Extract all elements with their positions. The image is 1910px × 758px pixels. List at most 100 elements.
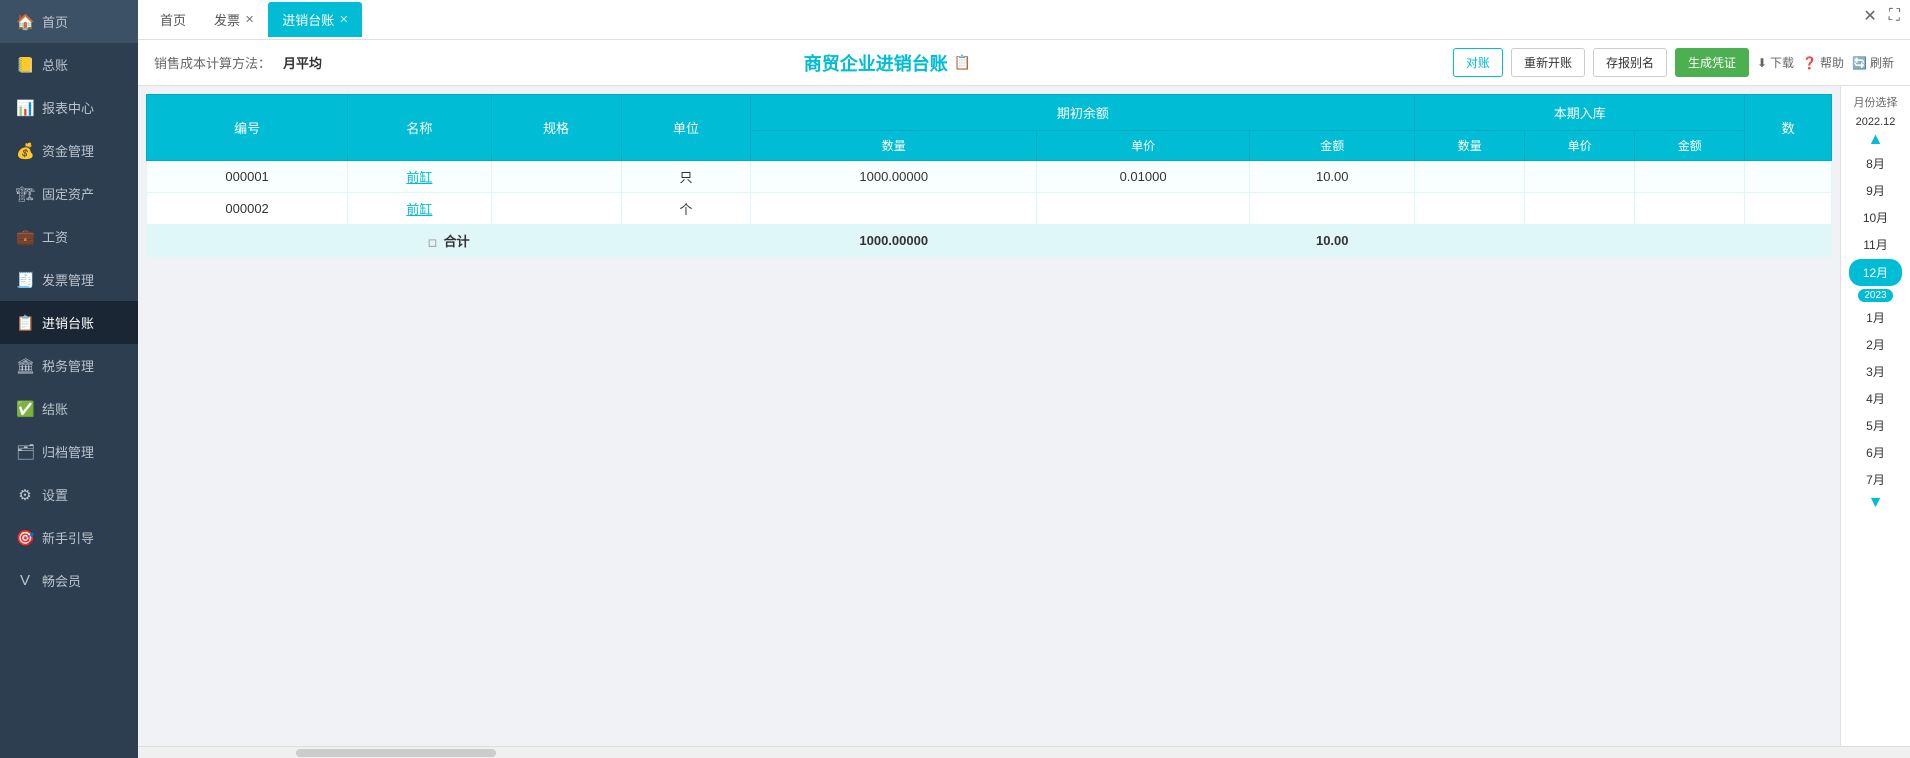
col-subheader-op-price: 单价 bbox=[1036, 131, 1249, 161]
month-item-9[interactable]: 9月 bbox=[1841, 177, 1910, 204]
tab-purchase-sales[interactable]: 进销台账 ✕ bbox=[268, 2, 362, 37]
col-header-extra: 数 bbox=[1745, 95, 1832, 161]
cell-name: 前缸 bbox=[348, 193, 491, 225]
cell-op-amount: 10.00 bbox=[1250, 161, 1415, 193]
month-item-3[interactable]: 3月 bbox=[1841, 358, 1910, 385]
info-icon[interactable]: 📋 bbox=[954, 54, 971, 71]
total-label: ◻ 合计 bbox=[147, 225, 751, 257]
sidebar-item-tax[interactable]: 🏛 税务管理 bbox=[0, 344, 138, 387]
close-invoice-tab-button[interactable]: ✕ bbox=[245, 13, 254, 26]
sidebar-item-invoice-mgmt[interactable]: 🧾 发票管理 bbox=[0, 258, 138, 301]
month-item-4[interactable]: 4月 bbox=[1841, 385, 1910, 412]
close-purchase-sales-tab-button[interactable]: ✕ bbox=[339, 13, 348, 26]
total-extra bbox=[1745, 225, 1832, 257]
scroll-thumb[interactable] bbox=[296, 749, 496, 757]
ledger-icon: 📒 bbox=[16, 56, 34, 74]
total-icon: ◻ bbox=[428, 237, 437, 249]
sidebar-item-assets[interactable]: 🏗 固定资产 bbox=[0, 172, 138, 215]
reports-icon: 📊 bbox=[16, 99, 34, 117]
table-row: 000001 前缸 只 1000.00000 0.01000 10.00 bbox=[147, 161, 1832, 193]
salary-icon: 💼 bbox=[16, 228, 34, 246]
col-subheader-in-amount: 金额 bbox=[1635, 131, 1745, 161]
cost-method-label: 销售成本计算方法： bbox=[154, 53, 271, 72]
cell-in-amount bbox=[1635, 193, 1745, 225]
download-button[interactable]: ⬇ 下载 bbox=[1757, 54, 1794, 71]
col-header-code: 编号 bbox=[147, 95, 348, 161]
main-content: ✕ ⛶ 首页 发票 ✕ 进销台账 ✕ 销售成本计算方法： 月平均 商贸企业进销台… bbox=[138, 0, 1910, 758]
table-area: 编号 名称 规格 单位 期初余额 本期入库 数 数量 单价 金额 数量 单价 bbox=[138, 86, 1840, 746]
month-item-2[interactable]: 2月 bbox=[1841, 331, 1910, 358]
cell-extra bbox=[1745, 193, 1832, 225]
assets-icon: 🏗 bbox=[16, 185, 34, 203]
sidebar-item-home[interactable]: 🏠 首页 bbox=[0, 0, 138, 43]
generate-voucher-button[interactable]: 生成凭证 bbox=[1675, 48, 1749, 77]
page-title: 商贸企业进销台账 📋 bbox=[334, 50, 1441, 76]
sidebar-item-membership[interactable]: V 畅会员 bbox=[0, 559, 138, 602]
help-button[interactable]: ❓ 帮助 bbox=[1802, 54, 1844, 71]
month-item-10[interactable]: 10月 bbox=[1841, 204, 1910, 231]
cell-unit: 只 bbox=[621, 161, 751, 193]
tab-home[interactable]: 首页 bbox=[146, 2, 200, 37]
month-item-6[interactable]: 6月 bbox=[1841, 439, 1910, 466]
refresh-button[interactable]: 🔄 刷新 bbox=[1852, 54, 1894, 71]
cell-name: 前缸 bbox=[348, 161, 491, 193]
tab-invoice[interactable]: 发票 ✕ bbox=[200, 2, 268, 37]
purchase-sales-icon: 📋 bbox=[16, 314, 34, 332]
cell-extra bbox=[1745, 161, 1832, 193]
cell-op-qty bbox=[751, 193, 1036, 225]
reconcile-button[interactable]: 对账 bbox=[1453, 48, 1503, 77]
save-as-button[interactable]: 存报别名 bbox=[1593, 48, 1667, 77]
sidebar-item-ledger[interactable]: 📒 总账 bbox=[0, 43, 138, 86]
col-header-spec: 规格 bbox=[491, 95, 621, 161]
month-item-12[interactable]: 12月 bbox=[1849, 259, 1902, 286]
tax-icon: 🏛 bbox=[16, 357, 34, 375]
sidebar-item-salary[interactable]: 💼 工资 bbox=[0, 215, 138, 258]
sidebar-item-archive[interactable]: 🗂 归档管理 bbox=[0, 430, 138, 473]
year-2022-label: 2022.12 bbox=[1856, 114, 1896, 130]
sidebar: 🏠 首页 📒 总账 📊 报表中心 💰 资金管理 🏗 固定资产 💼 工资 🧾 发票… bbox=[0, 0, 138, 758]
sidebar-item-reports[interactable]: 📊 报表中心 bbox=[0, 86, 138, 129]
page-toolbar: 销售成本计算方法： 月平均 商贸企业进销台账 📋 对账 重新开账 存报别名 生成… bbox=[138, 40, 1910, 86]
maximize-window-button[interactable]: ⛶ bbox=[1887, 4, 1902, 28]
cell-in-qty bbox=[1415, 161, 1525, 193]
month-nav-down[interactable]: ▼ bbox=[1866, 493, 1886, 513]
cell-spec bbox=[491, 193, 621, 225]
toolbar-actions: 对账 重新开账 存报别名 生成凭证 ⬇ 下载 ❓ 帮助 🔄 刷新 bbox=[1453, 48, 1894, 77]
purchase-sales-table: 编号 名称 规格 单位 期初余额 本期入库 数 数量 单价 金额 数量 单价 bbox=[146, 94, 1832, 257]
sidebar-item-funds[interactable]: 💰 资金管理 bbox=[0, 129, 138, 172]
month-item-1[interactable]: 1月 bbox=[1841, 304, 1910, 331]
invoice-mgmt-icon: 🧾 bbox=[16, 271, 34, 289]
cell-spec bbox=[491, 161, 621, 193]
month-item-7[interactable]: 7月 bbox=[1841, 466, 1910, 493]
table-total-row: ◻ 合计 1000.00000 10.00 bbox=[147, 225, 1832, 257]
month-item-11[interactable]: 11月 bbox=[1841, 231, 1910, 258]
sidebar-item-purchase-sales[interactable]: 📋 进销台账 bbox=[0, 301, 138, 344]
total-in-price bbox=[1525, 225, 1635, 257]
tab-bar: 首页 发票 ✕ 进销台账 ✕ bbox=[138, 0, 1910, 40]
archive-icon: 🗂 bbox=[16, 443, 34, 461]
funds-icon: 💰 bbox=[16, 142, 34, 160]
total-op-qty: 1000.00000 bbox=[751, 225, 1036, 257]
month-item-5[interactable]: 5月 bbox=[1841, 412, 1910, 439]
content-area: 编号 名称 规格 单位 期初余额 本期入库 数 数量 单价 金额 数量 单价 bbox=[138, 86, 1910, 746]
download-icon: ⬇ bbox=[1757, 56, 1767, 70]
cell-op-qty: 1000.00000 bbox=[751, 161, 1036, 193]
sidebar-item-checkout[interactable]: ✅ 结账 bbox=[0, 387, 138, 430]
cell-op-amount bbox=[1250, 193, 1415, 225]
sidebar-item-settings[interactable]: ⚙ 设置 bbox=[0, 473, 138, 516]
col-subheader-in-qty: 数量 bbox=[1415, 131, 1525, 161]
col-header-opening-balance: 期初余额 bbox=[751, 95, 1415, 131]
horizontal-scrollbar[interactable] bbox=[138, 746, 1910, 758]
close-window-button[interactable]: ✕ bbox=[1861, 4, 1878, 28]
month-nav-up[interactable]: ▲ bbox=[1866, 130, 1886, 150]
total-op-amount: 10.00 bbox=[1250, 225, 1415, 257]
reopen-button[interactable]: 重新开账 bbox=[1511, 48, 1585, 77]
col-header-current-in: 本期入库 bbox=[1415, 95, 1745, 131]
cell-code: 000001 bbox=[147, 161, 348, 193]
year-2023-badge[interactable]: 2023 bbox=[1858, 289, 1892, 302]
home-icon: 🏠 bbox=[16, 13, 34, 31]
sidebar-item-guide[interactable]: 🎯 新手引导 bbox=[0, 516, 138, 559]
month-panel-title: 月份选择 bbox=[1854, 90, 1898, 114]
month-panel: 月份选择 2022.12 ▲ 8月 9月 10月 11月 12月 2023 1月… bbox=[1840, 86, 1910, 746]
month-item-8[interactable]: 8月 bbox=[1841, 150, 1910, 177]
